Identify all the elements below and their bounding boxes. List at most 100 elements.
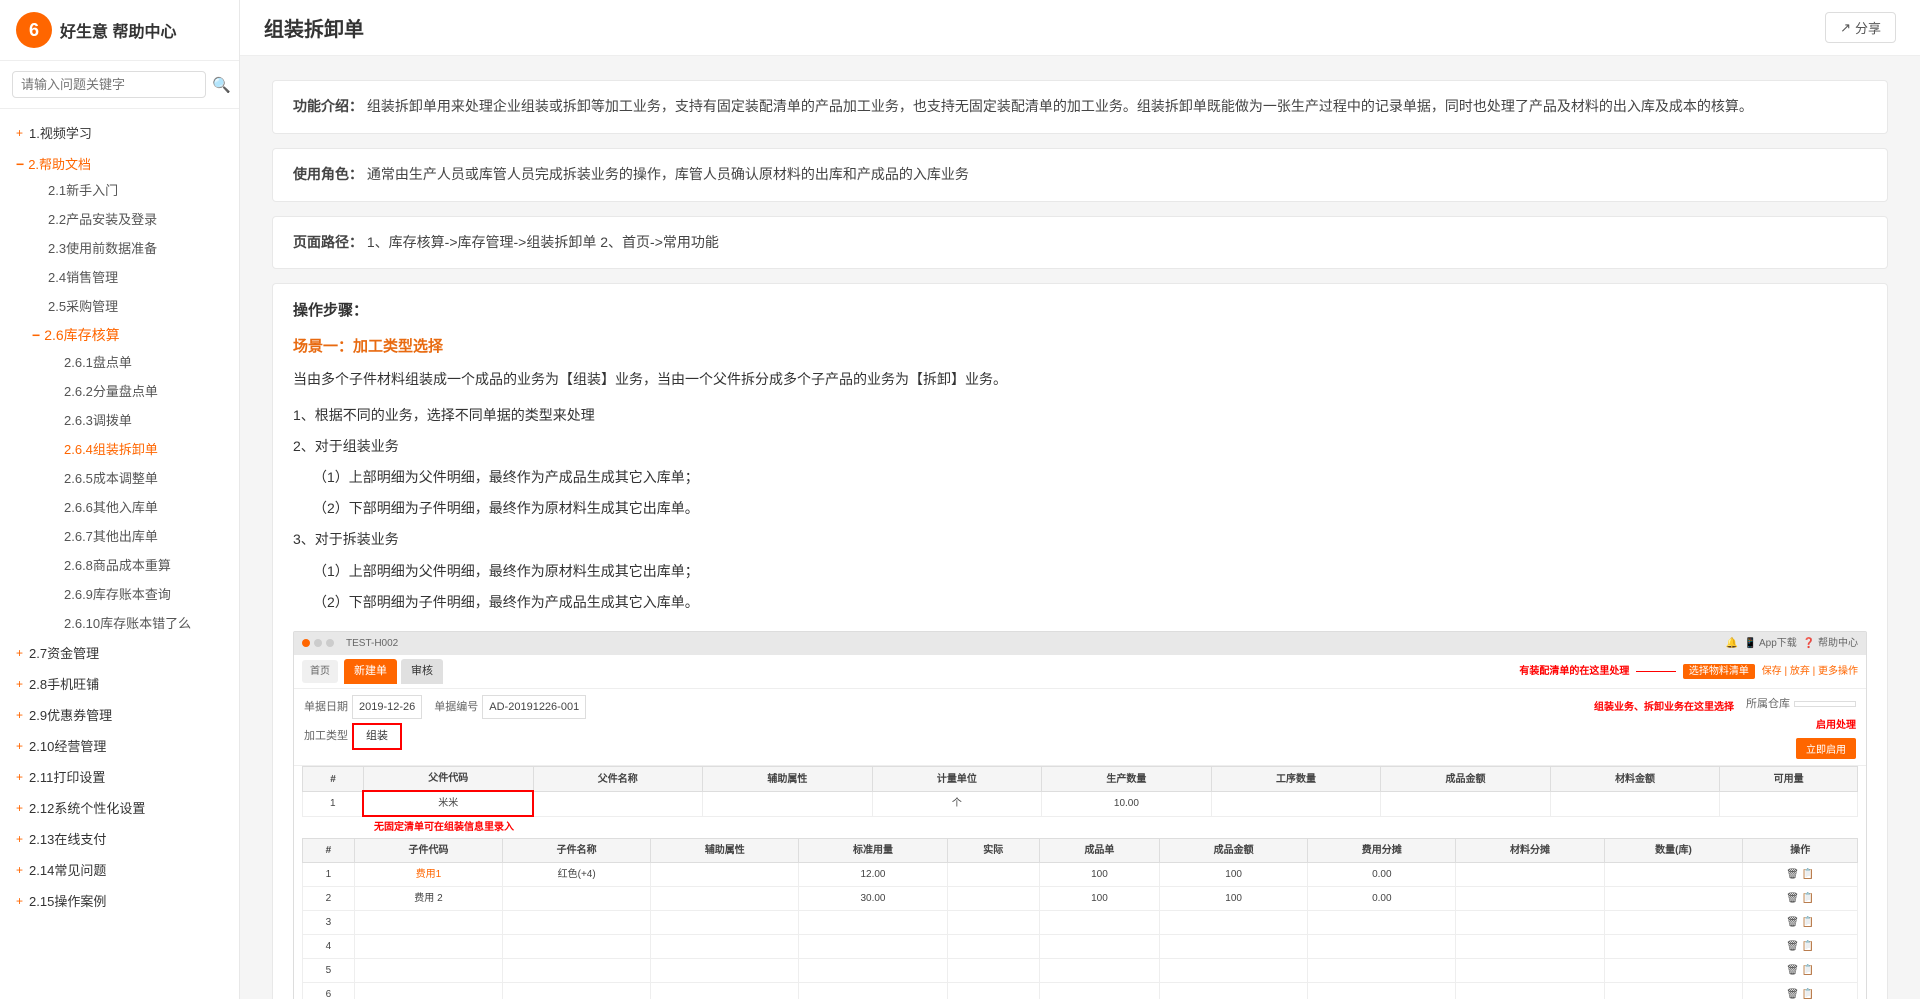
plus-icon4: + [16,677,23,691]
table-row: 1 费用1 红色(+4) 12.00 100 100 0.00 [303,863,1858,887]
mock-bcol-stockqty: 数量(库) [1604,839,1743,863]
sidebar-inventory-sub: 2.6.1盘点单 2.6.2分量盘点单 2.6.3调拨单 2.6.4组装拆卸单 … [32,347,239,637]
sidebar-item-mobile[interactable]: + 2.8手机旺铺 [0,668,239,699]
sidebar-item-cash-label: 2.7资金管理 [29,643,99,662]
screenshot-image: TEST-H002 🔔 📱 App下载 ❓ 帮助中心 首页 新建单 审核 [293,631,1867,999]
table-row: 1 米米 个 10.00 [303,791,1858,816]
scene-title: 场景一：加工类型选择 [293,334,1867,360]
main-content: 组装拆卸单 ↗ 分享 功能介绍： 组装拆卸单用来处理企业组装或拆卸等加工业务，支… [240,0,1920,999]
plus-icon7: + [16,770,23,784]
mock-bcol-pbill: 成品单 [1039,839,1159,863]
plus-icon9: + [16,832,23,846]
mock-bom-btn: 选择物料清单 [1683,664,1755,679]
sidebar-item-coupon[interactable]: + 2.9优惠券管理 [0,699,239,730]
intro-label: 功能介绍： [293,98,363,114]
logo-text: 好生意 帮助中心 [60,18,176,42]
mock-col-pcost: 成品金额 [1381,767,1551,792]
sidebar-item-data[interactable]: 2.3使用前数据准备 [32,233,239,262]
sidebar-item-inventory[interactable]: − 2.6库存核算 [32,320,239,347]
mock-bill-value: AD-20191226-001 [482,695,586,720]
sidebar-item-faq[interactable]: + 2.14常见问题 [0,854,239,885]
mock-annotation-type: 组装业务、拆卸业务在这里选择 [1594,699,1734,718]
mock-fields-left: 单据日期 2019-12-26 单据编号 AD-20191226-001 加工类… [304,695,1582,750]
plus-icon8: + [16,801,23,815]
path-text: 1、库存核算->库存管理->组装拆卸单 2、首页->常用功能 [367,234,719,250]
mock-dot-orange [302,639,310,647]
sidebar-item-cost[interactable]: 2.6.5成本调整单 [48,463,239,492]
table-row: 3🗑 📋 [303,911,1858,935]
search-button[interactable]: 🔍 [212,76,231,94]
table-row: 2 费用 2 30.00 100 100 0.00 [303,887,1858,911]
mock-dot-gray1 [314,639,322,647]
mock-enable-btn: 立即启用 [1796,738,1856,759]
sidebar-item-purchase[interactable]: 2.5采购管理 [32,291,239,320]
page-title: 组装拆卸单 [264,13,364,42]
mock-col-aux: 辅助属性 [703,767,873,792]
mock-bcol-stdqty: 标准用量 [799,839,947,863]
mock-annotation-no-bom: 无固定清单可在组装信息里录入 [294,817,1866,838]
sidebar-item-label: 2.帮助文档 [28,154,91,173]
mock-warehouse-row: 所属仓库 [1746,695,1856,714]
sidebar-item-outother[interactable]: 2.6.7其他出库单 [48,521,239,550]
mock-cell-unit: 个 [872,791,1042,816]
sidebar-item-move[interactable]: 2.6.3调拨单 [48,405,239,434]
share-label: 分享 [1855,18,1881,37]
mock-col-pcode: 父件代码 [363,767,533,792]
sidebar-item-install[interactable]: 2.2产品安装及登录 [32,204,239,233]
plus-icon11: + [16,894,23,908]
sidebar-item-cash[interactable]: + 2.7资金管理 [0,637,239,668]
mock-annotation-enable: 启用处理 [1816,717,1856,734]
sidebar-item-system[interactable]: + 2.12系统个性化设置 [0,792,239,823]
mock-dot-gray2 [326,639,334,647]
sidebar-item-system-label: 2.12系统个性化设置 [29,798,145,817]
search-input[interactable] [12,71,206,98]
mock-cell-pcost [1381,791,1551,816]
sidebar-item-mobile-label: 2.8手机旺铺 [29,674,99,693]
sidebar-item-video[interactable]: + 1.视频学习 [0,117,239,148]
sidebar-item-cases[interactable]: + 2.15操作案例 [0,885,239,916]
sidebar-item-manage[interactable]: + 2.10经营管理 [0,730,239,761]
mock-cell-aux [703,791,873,816]
sidebar-item-stockcheck[interactable]: 2.6.9库存账本查询 [48,579,239,608]
mock-bcol-cname: 子件名称 [503,839,651,863]
mock-top-table-section: # 父件代码 父件名称 辅助属性 计量单位 生产数量 工序数量 成品金额 材料金… [294,766,1866,817]
sidebar-header: 6 好生意 帮助中心 [0,0,239,61]
step2-2: （2）下部明细为子件明细，最终作为原材料生成其它出库单。 [293,496,1867,521]
mock-icon-bell: 🔔 [1726,635,1738,652]
sidebar-item-online[interactable]: + 2.13在线支付 [0,823,239,854]
sidebar-item-coupon-label: 2.9优惠券管理 [29,705,112,724]
sidebar-item-goodscost[interactable]: 2.6.8商品成本重算 [48,550,239,579]
mock-cell-pname [533,791,703,816]
sidebar-item-sales[interactable]: 2.4销售管理 [32,262,239,291]
plus-icon5: + [16,708,23,722]
mock-col-proc: 工序数量 [1211,767,1381,792]
sidebar-item-print-label: 2.11打印设置 [29,767,105,786]
mock-col-num: # [303,767,364,792]
mock-bcol-matalloc: 材料分摊 [1456,839,1604,863]
mock-date-value: 2019-12-26 [352,695,422,720]
mock-col-qty: 生产数量 [1042,767,1212,792]
sidebar-sub-docs: 2.1新手入门 2.2产品安装及登录 2.3使用前数据准备 2.4销售管理 2.… [0,175,239,637]
mock-type-label: 加工类型 [304,727,348,746]
mock-top-table: # 父件代码 父件名称 辅助属性 计量单位 生产数量 工序数量 成品金额 材料金… [302,766,1858,817]
sidebar-item-divcount[interactable]: 2.6.2分量盘点单 [48,376,239,405]
plus-icon10: + [16,863,23,877]
mock-type-value: 组装 [352,723,402,750]
sidebar-item-stockerr[interactable]: 2.6.10库存账本错了么 [48,608,239,637]
sidebar-item-inother[interactable]: 2.6.6其他入库单 [48,492,239,521]
path-label: 页面路径： [293,234,363,250]
mock-tabs-bar: 新建单 审核 [344,659,443,684]
sidebar-item-new[interactable]: 2.1新手入门 [32,175,239,204]
intro-text: 组装拆卸单用来处理企业组装或拆卸等加工业务，支持有固定装配清单的产品加工业务，也… [367,98,1753,114]
sidebar-item-docs[interactable]: − 2.帮助文档 [0,148,239,175]
sidebar-item-print[interactable]: + 2.11打印设置 [0,761,239,792]
mock-cell-qty: 10.00 [1042,791,1212,816]
mock-type-row: 加工类型 组装 [304,723,1582,750]
mock-bcol-op: 操作 [1743,839,1858,863]
sidebar-item-assembly[interactable]: 2.6.4组装拆卸单 [48,434,239,463]
mock-tab-audit: 审核 [401,659,443,684]
share-button[interactable]: ↗ 分享 [1825,12,1896,43]
sidebar-item-count[interactable]: 2.6.1盘点单 [48,347,239,376]
table-row: 5🗑 📋 [303,959,1858,983]
main-header: 组装拆卸单 ↗ 分享 [240,0,1920,56]
